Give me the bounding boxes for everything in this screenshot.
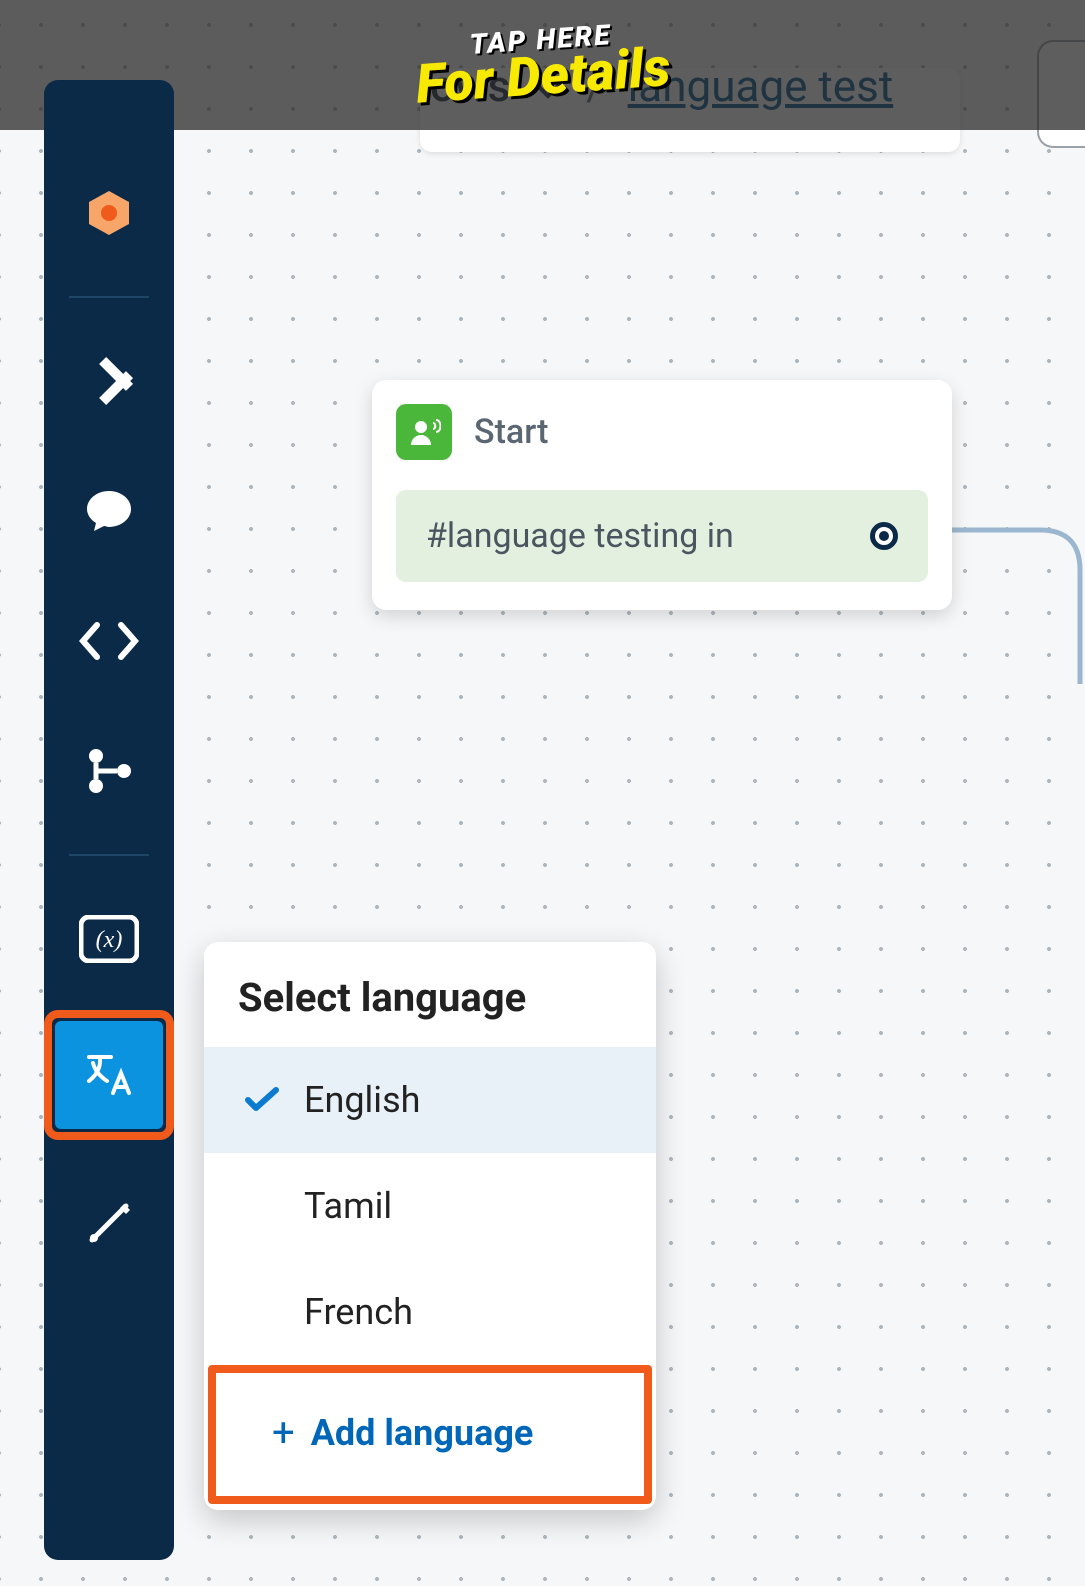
language-option-french[interactable]: French <box>204 1259 656 1365</box>
language-popover-title: Select language <box>204 942 656 1047</box>
sidebar-item-code[interactable] <box>44 576 174 706</box>
variable-icon: (x) <box>79 915 139 963</box>
language-option-tamil[interactable]: Tamil <box>204 1153 656 1259</box>
hexagon-icon <box>83 187 135 239</box>
tap-here-line2: For Details <box>414 41 672 113</box>
start-node-header: Start <box>396 404 928 460</box>
start-node-output-port[interactable] <box>870 522 898 550</box>
code-icon <box>79 621 139 661</box>
language-option-label: French <box>304 1291 413 1333</box>
ruler-pencil-icon <box>84 356 134 406</box>
start-node-trigger-text: #language testing in <box>426 516 734 556</box>
sidebar-item-chat[interactable] <box>44 446 174 576</box>
sidebar: (x) <box>44 80 174 1560</box>
start-node-title: Start <box>474 412 548 452</box>
sidebar-item-tools[interactable] <box>44 1158 174 1288</box>
flow-node-start[interactable]: Start #language testing in <box>372 380 952 610</box>
sidebar-item-variables[interactable]: (x) <box>44 874 174 1004</box>
sidebar-item-branch[interactable] <box>44 706 174 836</box>
sidebar-item-home[interactable] <box>44 148 174 278</box>
branch-icon <box>84 746 134 796</box>
language-option-english[interactable]: English <box>204 1047 656 1153</box>
language-option-label: Tamil <box>304 1185 392 1227</box>
start-node-icon <box>396 404 452 460</box>
svg-text:(x): (x) <box>96 927 123 953</box>
add-language-label: Add language <box>311 1412 534 1454</box>
add-language-button[interactable]: + Add language <box>216 1373 644 1496</box>
language-option-label: English <box>304 1079 420 1121</box>
sidebar-item-design[interactable] <box>44 316 174 446</box>
tools-icon <box>84 1198 134 1248</box>
language-popover: Select language English Tamil French + A… <box>204 942 656 1510</box>
sidebar-divider <box>69 296 149 298</box>
check-icon <box>240 1086 284 1114</box>
sidebar-divider <box>69 854 149 856</box>
translate-icon <box>83 1049 135 1101</box>
start-node-trigger[interactable]: #language testing in <box>396 490 928 582</box>
chat-bubble-icon <box>83 485 135 537</box>
plus-icon: + <box>272 1409 295 1456</box>
sidebar-item-translate[interactable] <box>55 1021 163 1129</box>
tap-here-promo: TAP HERE For Details <box>413 17 672 113</box>
add-language-highlight: + Add language <box>208 1365 652 1504</box>
sidebar-item-translate-highlight <box>44 1010 174 1140</box>
